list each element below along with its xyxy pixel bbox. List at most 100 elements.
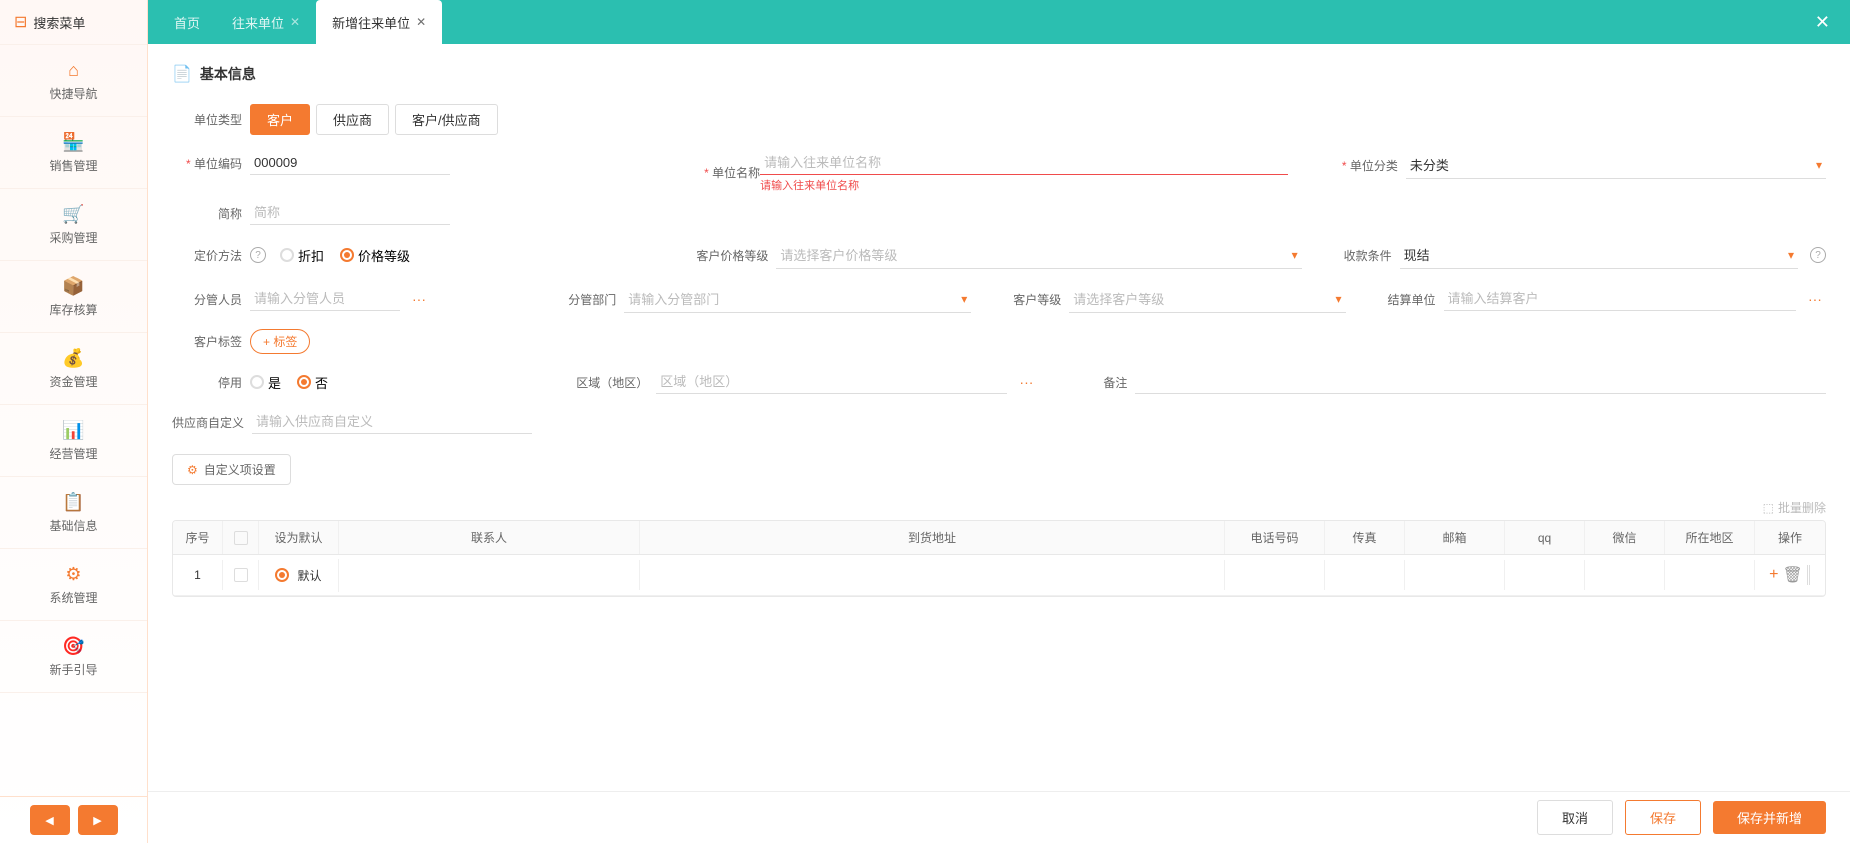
settlement-field: 结算单位 ···: [1366, 287, 1826, 311]
sidebar-item-operation[interactable]: 📊 经营管理: [0, 405, 147, 477]
sidebar-item-system[interactable]: ⚙ 系统管理: [0, 549, 147, 621]
pricing-pricelevel-label: 价格等级: [358, 246, 410, 265]
phone-input-1[interactable]: [1233, 568, 1316, 582]
td-seq-1: 1: [173, 560, 223, 590]
custom-settings-btn[interactable]: ⚙ 自定义项设置: [172, 454, 291, 485]
save-button[interactable]: 保存: [1625, 800, 1701, 835]
sidebar-quicknav-label: 快捷导航: [49, 85, 97, 102]
shortname-input[interactable]: [250, 201, 450, 225]
th-qq: qq: [1505, 521, 1585, 554]
disabled-field: 停用 是 否: [172, 373, 556, 392]
manager-more-btn[interactable]: ···: [408, 291, 430, 307]
default-radio-circle-1[interactable]: [275, 568, 289, 582]
address-input-1[interactable]: [648, 568, 1216, 582]
region-label: 区域（地区）: [576, 374, 648, 391]
code-input[interactable]: [250, 151, 450, 175]
save-new-button[interactable]: 保存并新增: [1713, 801, 1826, 834]
contact-table: 序号 设为默认 联系人 到货地址 电话号码 传真 邮箱 qq 微信 所在地区 操…: [172, 520, 1826, 597]
payment-terms-select[interactable]: 现结 ▾: [1400, 241, 1798, 269]
drag-handle[interactable]: [1807, 565, 1813, 585]
department-select[interactable]: 请输入分管部门 ▾: [624, 285, 971, 313]
section-basic-info: 📄 基本信息: [172, 64, 1826, 84]
customer-price-level-select[interactable]: 请选择客户价格等级 ▾: [776, 241, 1301, 269]
tab-new-partner-close[interactable]: ✕: [416, 15, 426, 29]
search-menu-label: 搜索菜单: [33, 13, 85, 32]
department-arrow: ▾: [961, 292, 967, 306]
category-select[interactable]: 未分类 ▾: [1406, 151, 1826, 179]
search-icon: ⊟: [14, 12, 27, 32]
region-input[interactable]: [656, 370, 1007, 394]
default-label-1: 默认: [297, 567, 321, 584]
sidebar-btn-left[interactable]: ◀: [30, 805, 70, 835]
custom-settings-label: 自定义项设置: [204, 461, 276, 478]
default-radio-1[interactable]: 默认: [275, 567, 321, 584]
pricing-pricelevel-radio[interactable]: [340, 248, 354, 262]
th-default: 设为默认: [259, 521, 339, 554]
disabled-no[interactable]: 否: [297, 373, 328, 392]
unit-type-row: 单位类型 客户 供应商 客户/供应商: [172, 104, 1826, 135]
sidebar-item-guide[interactable]: 🎯 新手引导: [0, 621, 147, 693]
customer-level-label: 客户等级: [991, 291, 1061, 308]
category-label: 单位分类: [1328, 157, 1398, 174]
disabled-yes-radio[interactable]: [250, 375, 264, 389]
add-row-btn[interactable]: +: [1767, 564, 1780, 586]
payment-help-icon[interactable]: ?: [1810, 247, 1826, 263]
batch-delete-label: 批量删除: [1778, 499, 1826, 516]
name-field: 单位名称 请输入往来单位名称: [690, 151, 1288, 193]
finance-icon: 💰: [63, 347, 85, 369]
td-phone-1: [1225, 560, 1325, 590]
sidebar-item-quicknav[interactable]: ⌂ 快捷导航: [0, 45, 147, 117]
search-menu-item[interactable]: ⊟ 搜索菜单: [0, 0, 147, 45]
tab-new-partner[interactable]: 新增往来单位 ✕: [316, 0, 442, 44]
delete-row-btn[interactable]: 🗑: [1781, 563, 1805, 587]
tab-partner-close[interactable]: ✕: [290, 15, 300, 29]
sidebar-basic-label: 基础信息: [49, 517, 97, 534]
disabled-no-label: 否: [315, 373, 328, 392]
sidebar-btn-right[interactable]: ▶: [78, 805, 118, 835]
email-input-1[interactable]: [1413, 568, 1496, 582]
shortname-field: 简称: [172, 201, 1826, 225]
pricing-pricelevel[interactable]: 价格等级: [340, 246, 410, 265]
remark-input[interactable]: [1135, 370, 1826, 394]
department-placeholder: 请输入分管部门: [628, 289, 719, 308]
cancel-button[interactable]: 取消: [1537, 800, 1613, 835]
tab-home[interactable]: 首页: [158, 0, 216, 44]
supplier-custom-input[interactable]: [252, 410, 532, 434]
customer-level-select[interactable]: 请选择客户等级 ▾: [1069, 285, 1345, 313]
pricing-discount[interactable]: 折扣: [280, 246, 324, 265]
contact-input-1[interactable]: [347, 568, 631, 582]
disabled-no-radio[interactable]: [297, 375, 311, 389]
unit-btn-supplier[interactable]: 供应商: [316, 104, 389, 135]
wechat-input-1[interactable]: [1593, 568, 1656, 582]
sidebar-item-finance[interactable]: 💰 资金管理: [0, 333, 147, 405]
settlement-input[interactable]: [1444, 287, 1796, 311]
settlement-more-btn[interactable]: ···: [1804, 291, 1826, 307]
sidebar-item-purchase[interactable]: 🛒 采购管理: [0, 189, 147, 261]
pricing-discount-radio[interactable]: [280, 248, 294, 262]
manager-input[interactable]: [250, 287, 400, 311]
fax-input-1[interactable]: [1333, 568, 1396, 582]
batch-row: ⬚ 批量删除: [172, 499, 1826, 516]
shortname-label: 简称: [172, 205, 242, 222]
basic-icon: 📋: [63, 491, 85, 513]
sidebar-item-basic[interactable]: 📋 基础信息: [0, 477, 147, 549]
unit-btn-customer[interactable]: 客户: [250, 104, 310, 135]
tab-bar-close[interactable]: ✕: [1805, 12, 1840, 33]
region-more-btn[interactable]: ···: [1015, 374, 1037, 390]
section-title-text: 基本信息: [200, 64, 256, 84]
unit-btn-both[interactable]: 客户/供应商: [395, 104, 498, 135]
region-input-1[interactable]: [1673, 568, 1746, 582]
disabled-yes[interactable]: 是: [250, 373, 281, 392]
th-checkbox[interactable]: [234, 531, 248, 545]
sidebar-item-sales[interactable]: 🏪 销售管理: [0, 117, 147, 189]
payment-terms-label: 收款条件: [1322, 247, 1392, 264]
row-checkbox-1[interactable]: [234, 568, 248, 582]
tag-add-btn[interactable]: + 标签: [250, 329, 310, 354]
tab-partner[interactable]: 往来单位 ✕: [216, 0, 316, 44]
sidebar-item-inventory[interactable]: 📦 库存核算: [0, 261, 147, 333]
name-input[interactable]: [760, 151, 1288, 175]
qq-input-1[interactable]: [1513, 568, 1576, 582]
pricing-help-icon[interactable]: ?: [250, 247, 266, 263]
category-arrow: ▾: [1816, 158, 1822, 172]
batch-delete-btn[interactable]: ⬚ 批量删除: [1763, 499, 1826, 516]
